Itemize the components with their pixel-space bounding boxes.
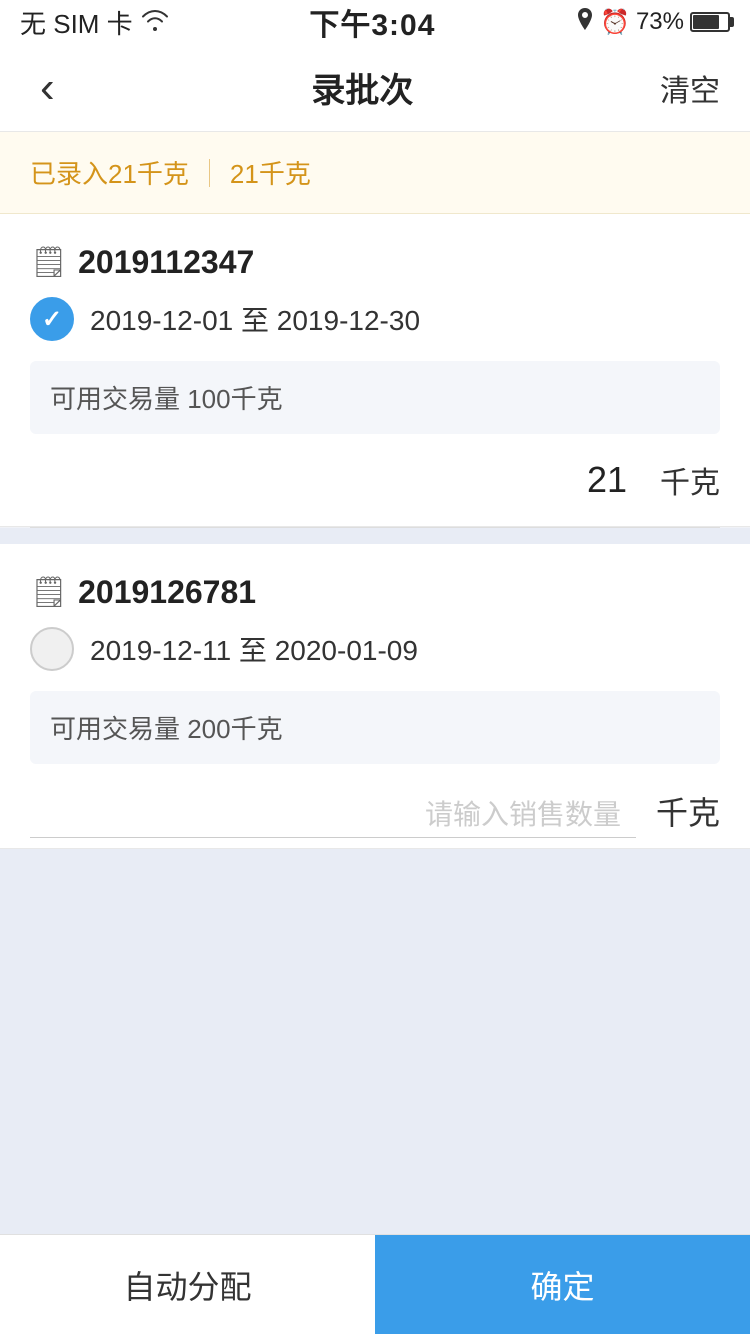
info-banner: 已录入21千克 21千克 [0, 132, 750, 214]
banner-divider [209, 159, 210, 187]
batch-1-qty-row: 21 千克 [0, 434, 750, 527]
batch-1-date: 2019-12-01 至 2019-12-30 [90, 299, 420, 339]
back-button[interactable]: ‹ [30, 53, 65, 123]
battery-icon [690, 12, 730, 32]
page-title: 录批次 [311, 63, 413, 112]
battery-percent: 73% [636, 8, 684, 36]
status-bar-right: ⏰ 73% [576, 8, 730, 37]
wifi-icon [141, 7, 169, 38]
batch-1-id-icon: 🗒 [30, 245, 68, 280]
location-icon [576, 8, 594, 37]
batch-card-2: 🗒 2019126781 2019-12-11 至 2020-01-09 可用交… [0, 544, 750, 764]
confirm-button[interactable]: 确定 [375, 1235, 750, 1334]
batch-1-id: 2019112347 [78, 244, 254, 281]
status-bar-left: 无 SIM 卡 [20, 4, 169, 41]
confirm-label: 确定 [530, 1262, 594, 1308]
batch-2-date-row[interactable]: 2019-12-11 至 2020-01-09 [30, 627, 720, 671]
auto-distribute-label: 自动分配 [123, 1262, 251, 1308]
batch-card-1: 🗒 2019112347 2019-12-01 至 2019-12-30 可用交… [0, 214, 750, 434]
batch-2-unit: 千克 [656, 788, 720, 838]
batch-1-header: 🗒 2019112347 [30, 244, 720, 281]
batch-2-id-icon: 🗒 [30, 575, 68, 610]
carrier-label: 无 SIM 卡 [20, 4, 133, 41]
status-bar-time: 下午3:04 [309, 0, 435, 44]
footer: 自动分配 确定 [0, 1234, 750, 1334]
auto-distribute-button[interactable]: 自动分配 [0, 1235, 375, 1334]
batch-2-header: 🗒 2019126781 [30, 574, 720, 611]
batch-2-date: 2019-12-11 至 2020-01-09 [90, 629, 418, 669]
alarm-icon: ⏰ [600, 8, 630, 37]
batch-1-date-row[interactable]: 2019-12-01 至 2019-12-30 [30, 297, 720, 341]
total-amount: 21千克 [230, 154, 311, 191]
batch-1-quantity-value: 21 [587, 459, 627, 501]
batch-1-radio[interactable] [30, 297, 74, 341]
batch-2-available: 可用交易量 200千克 [30, 691, 720, 764]
status-bar: 无 SIM 卡 下午3:04 ⏰ 73% [0, 0, 750, 44]
clear-button[interactable]: 清空 [660, 66, 720, 110]
batch-2-quantity-input[interactable] [30, 799, 636, 838]
batch-2-radio[interactable] [30, 627, 74, 671]
nav-bar: ‹ 录批次 清空 [0, 44, 750, 132]
recorded-amount: 已录入21千克 [30, 154, 189, 191]
batch-2-qty-row: 千克 [0, 764, 750, 849]
section-divider-1 [0, 528, 750, 544]
batch-1-unit: 千克 [660, 458, 720, 502]
batch-2-id: 2019126781 [78, 574, 256, 611]
batch-1-available: 可用交易量 100千克 [30, 361, 720, 434]
